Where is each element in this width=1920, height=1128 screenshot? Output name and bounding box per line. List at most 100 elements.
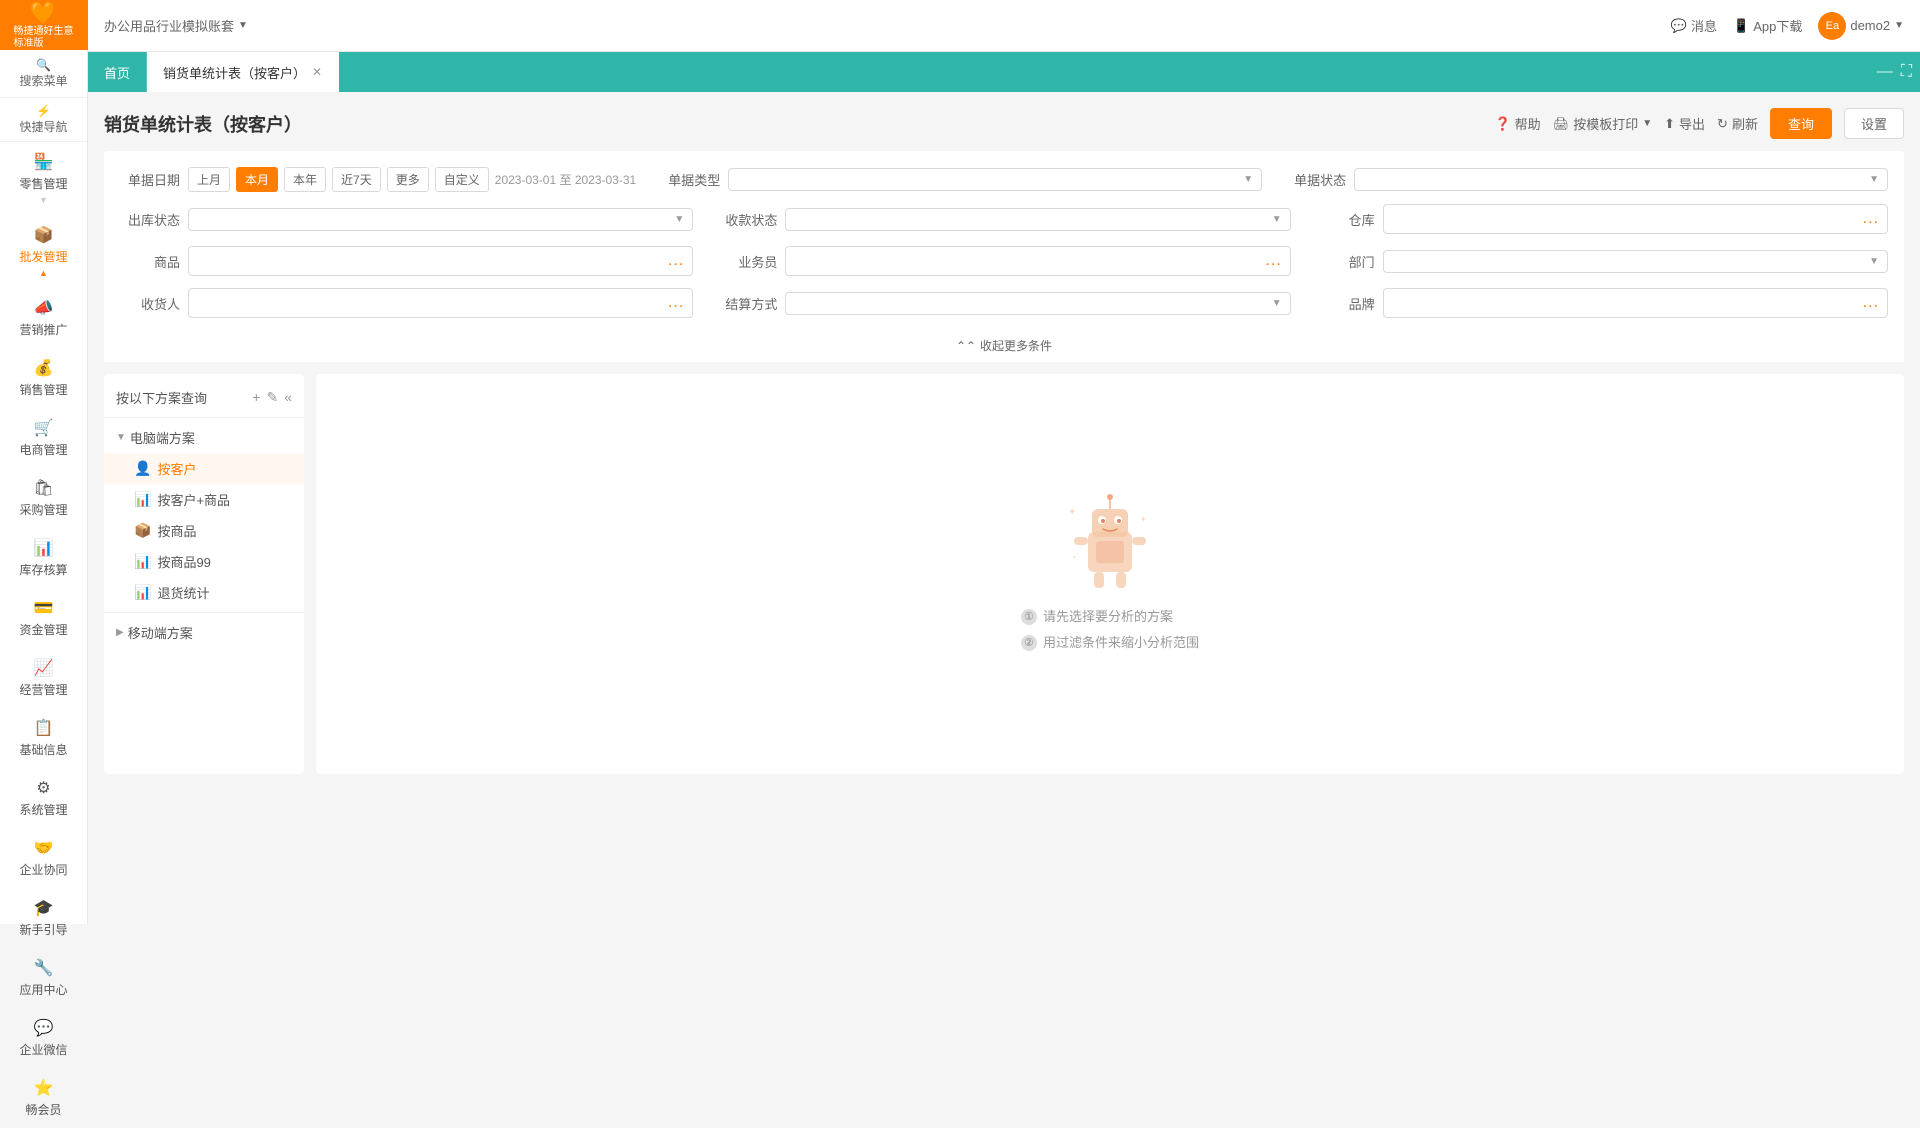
scheme-item-return-stat[interactable]: 📊 退货统计 [104,577,304,608]
scheme-collapse-icon[interactable]: « [284,389,292,406]
settlement-select[interactable]: ▼ [785,292,1290,315]
page-actions: ❓ 帮助 🖨 按模板打印 ▼ ⬆ 导出 ↻ 刷新 查询 设置 [1494,108,1904,139]
scheme-group-pc: ▼ 电脑端方案 👤 按客户 📊 按客户+商品 📦 按商品 [104,422,304,608]
filter-panel: 单据日期 上月 本月 本年 近7天 更多 自定义 2023-03-01 至 20… [104,151,1904,362]
export-button[interactable]: ⬆ 导出 [1664,114,1705,133]
sidebar-item-wholesale[interactable]: 📦 批发管理 ▲ [0,215,87,288]
scheme-item-by-customer[interactable]: 👤 按客户 [104,453,304,484]
sidebar-item-appcenter[interactable]: 🔧 应用中心 [0,948,87,1008]
filter-settlement: 结算方式 ▼ [717,292,1290,315]
order-type-label: 单据类型 [660,170,720,189]
tab-close-icon[interactable]: ✕ [312,65,322,79]
sidebar-item-system[interactable]: ⚙ 系统管理 [0,768,87,828]
date-btn-this-month[interactable]: 本月 [236,167,278,192]
date-btn-more[interactable]: 更多 [387,167,429,192]
goods-input[interactable]: ... [188,246,693,276]
payment-status-label: 收款状态 [717,210,777,229]
warehouse-input[interactable]: ... [1383,204,1888,234]
chevron-down-icon: ▼ [1272,214,1282,225]
app-download-button[interactable]: 📱 App下载 [1733,16,1802,35]
sidebar-item-newbie[interactable]: 🎓 新手引导 [0,888,87,948]
sidebar-quick-nav[interactable]: ⚡ 快捷导航 [0,98,87,142]
app-title: 办公用品行业模拟账套 [104,16,234,35]
app-title-dropdown[interactable]: 办公用品行业模拟账套 ▼ [104,16,248,35]
scheme-header: 按以下方案查询 + ✎ « [104,382,304,413]
date-btn-last-month[interactable]: 上月 [188,167,230,192]
tab-sales-stat-label: 销货单统计表（按客户） [163,63,306,82]
print-icon: 🖨 [1553,116,1570,132]
sidebar-item-marketing[interactable]: 📣 营销推广 [0,288,87,348]
sidebar-item-sales[interactable]: 💰 销售管理 [0,348,87,408]
refresh-icon: ↻ [1717,116,1728,132]
chevron-down-icon: ▼ [1243,174,1253,185]
date-btn-this-year[interactable]: 本年 [284,167,326,192]
tab-maximize-button[interactable]: ⛶ [1901,63,1912,81]
payment-status-select[interactable]: ▼ [785,208,1290,231]
top-header: 办公用品行业模拟账套 ▼ 💬 消息 📱 App下载 Ea demo2 ▼ [88,0,1920,52]
filter-row-3: 商品 ... 业务员 ... 部门 [120,246,1888,276]
print-chevron-icon: ▼ [1642,118,1652,129]
scheme-item-by-customer-goods[interactable]: 📊 按客户+商品 [104,484,304,515]
sidebar-item-purchase[interactable]: 🛍 采购管理 [0,468,87,528]
brand-label: 品牌 [1315,294,1375,313]
scheme-item-by-goods[interactable]: 📦 按商品 [104,515,304,546]
brand-input[interactable]: ... [1383,288,1888,318]
filter-out-status: 出库状态 ▼ [120,208,693,231]
collapse-button[interactable]: ⌃⌃ 收起更多条件 [956,337,1052,354]
export-icon: ⬆ [1664,116,1675,132]
order-type-select[interactable]: ▼ [728,168,1262,191]
sidebar-item-inventory[interactable]: 📊 库存核算 [0,528,87,588]
print-button[interactable]: 🖨 按模板打印 ▼ [1553,114,1652,133]
date-range: 2023-03-01 至 2023-03-31 [495,171,636,188]
order-status-select[interactable]: ▼ [1354,168,1888,191]
sidebar-item-retail[interactable]: 🏪 零售管理 ▼ [0,142,87,215]
sidebar-item-wechat[interactable]: 💬 企业微信 [0,1008,87,1068]
refresh-button[interactable]: ↻ 刷新 [1717,114,1758,133]
sidebar-item-basic[interactable]: 📋 基础信息 [0,708,87,768]
sidebar-logo[interactable]: 🧡 畅捷通好生意 标准版 [0,0,88,50]
out-status-select[interactable]: ▼ [188,208,693,231]
recipient-input[interactable]: ... [188,288,693,318]
query-button[interactable]: 查询 [1770,108,1832,139]
main-area: 办公用品行业模拟账套 ▼ 💬 消息 📱 App下载 Ea demo2 ▼ 首页 [88,0,1920,924]
tab-bar-actions: — ⛶ [1877,63,1920,81]
salesperson-input[interactable]: ... [785,246,1290,276]
user-menu[interactable]: Ea demo2 ▼ [1818,12,1904,40]
sidebar-item-operations[interactable]: 📈 经营管理 [0,648,87,708]
ellipsis-icon: ... [1265,252,1281,270]
scheme-group-pc-header[interactable]: ▼ 电脑端方案 [104,422,304,453]
tab-minimize-button[interactable]: — [1877,63,1893,81]
sidebar-search[interactable]: 🔍 搜索菜单 [0,50,87,98]
salesperson-label: 业务员 [717,252,777,271]
scheme-group-mobile: ▶ 移动端方案 [104,617,304,648]
sidebar-item-ecommerce[interactable]: 🛒 电商管理 [0,408,87,468]
scheme-group-mobile-header[interactable]: ▶ 移动端方案 [104,617,304,648]
scheme-add-icon[interactable]: + [252,389,260,406]
date-btn-custom[interactable]: 自定义 [435,167,489,192]
empty-state: ✦ ✦ ✦ ① 请先选择要分析的方案 ② 用过滤条件来缩小分析范围 [1021,492,1199,656]
sidebar-item-enterprise[interactable]: 🤝 企业协同 [0,828,87,888]
svg-text:✦: ✦ [1140,515,1147,524]
chart-icon: 📊 [134,491,151,508]
page-title: 销货单统计表（按客户） [104,111,302,137]
scheme-item-by-goods99[interactable]: 📊 按商品99 [104,546,304,577]
message-button[interactable]: 💬 消息 [1671,16,1717,35]
tab-bar: 首页 销货单统计表（按客户） ✕ — ⛶ [88,52,1920,92]
hint-row-1: ① 请先选择要分析的方案 [1021,604,1199,630]
dept-select[interactable]: ▼ [1383,250,1888,273]
filter-dept: 部门 ▼ [1315,250,1888,273]
sidebar-item-finance[interactable]: 💳 资金管理 [0,588,87,648]
tab-sales-stat[interactable]: 销货单统计表（按客户） ✕ [147,52,339,92]
help-button[interactable]: ❓ 帮助 [1494,114,1540,133]
header-left: 办公用品行业模拟账套 ▼ [104,16,248,35]
filter-warehouse: 仓库 ... [1315,204,1888,234]
logo-text: 畅捷通好生意 标准版 [14,26,74,50]
hint-num-1: ① [1021,609,1037,625]
sidebar-item-member[interactable]: ⭐ 畅会员 [0,1068,87,1128]
empty-illustration: ✦ ✦ ✦ [1060,492,1160,592]
settings-button[interactable]: 设置 [1844,108,1904,139]
settlement-label: 结算方式 [717,294,777,313]
scheme-edit-icon[interactable]: ✎ [266,389,278,406]
date-btn-7days[interactable]: 近7天 [332,167,381,192]
tab-home[interactable]: 首页 [88,52,147,92]
